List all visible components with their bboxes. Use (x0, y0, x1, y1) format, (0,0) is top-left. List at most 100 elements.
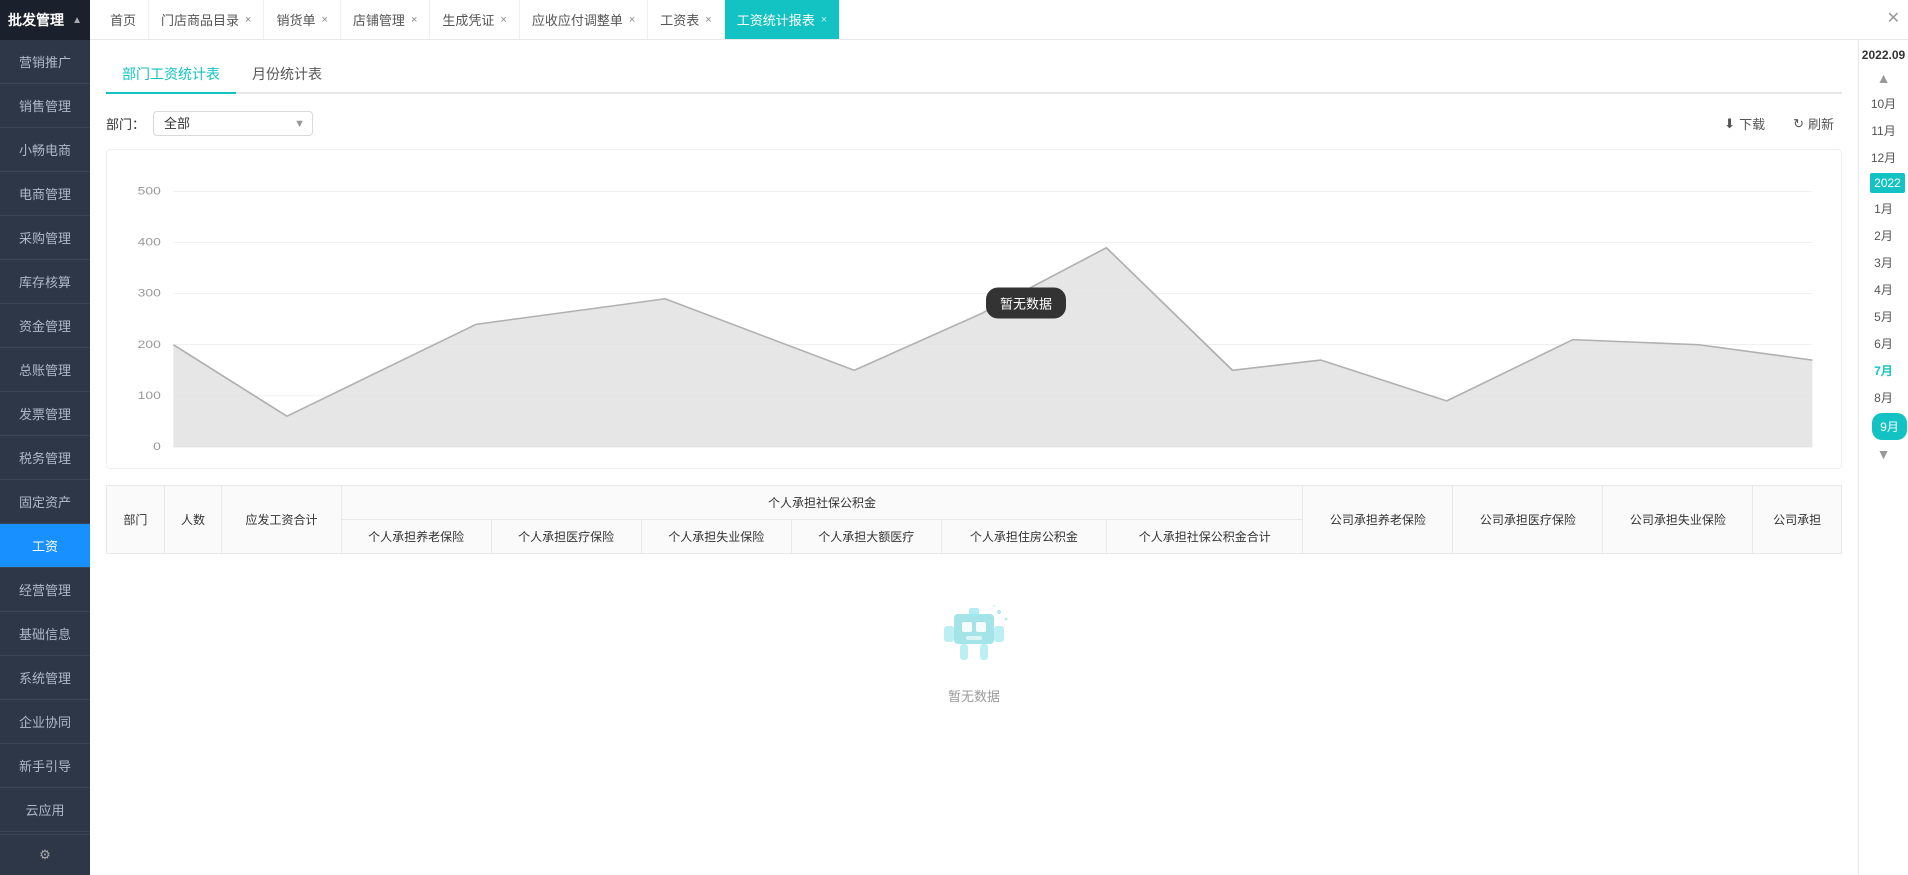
col-personal-total: 个人承担社保公积金合计 (1107, 520, 1303, 554)
date-month-1[interactable]: 1月 (1866, 195, 1901, 222)
sidebar-gear-icon[interactable]: ⚙ (0, 834, 90, 875)
col-company-more: 公司承担 (1753, 486, 1842, 554)
chart-area: 0 100 200 300 400 500 (106, 149, 1842, 469)
sidebar-title: 批发管理 ▲ (0, 0, 90, 40)
date-nav-up[interactable]: ▲ (1859, 66, 1908, 90)
tab-voucher[interactable]: 生成凭证× (430, 0, 519, 40)
svg-text:400: 400 (138, 236, 161, 248)
date-month-12[interactable]: 12月 (1866, 144, 1901, 171)
sub-tab-month-stats[interactable]: 月份统计表 (236, 56, 338, 94)
tab-home[interactable]: 首页 (98, 0, 149, 40)
download-label: 下载 (1739, 114, 1765, 133)
date-panel-year: 2022.09 (1862, 48, 1905, 62)
sidebar-arrow: ▲ (72, 15, 82, 26)
sidebar-item-system[interactable]: 系统管理 (0, 656, 90, 700)
svg-text:300: 300 (138, 287, 161, 299)
dept-select[interactable]: 全部 (153, 111, 313, 136)
tab-close-payroll-tab[interactable]: × (705, 14, 711, 26)
tab-store-mgmt[interactable]: 店铺管理× (341, 0, 430, 40)
sidebar-item-finance[interactable]: 资金管理 (0, 304, 90, 348)
page-content: 部门工资统计表月份统计表 部门： 全部 ▼ ⬇ 下载 (90, 40, 1858, 875)
refresh-label: 刷新 (1808, 114, 1834, 133)
sub-tabs: 部门工资统计表月份统计表 (106, 56, 1842, 94)
sidebar-item-enterprise[interactable]: 企业协同 (0, 700, 90, 744)
tab-close-store-mgmt[interactable]: × (411, 14, 417, 26)
sidebar-item-assets[interactable]: 固定资产 (0, 480, 90, 524)
date-month-4[interactable]: 4月 (1866, 276, 1901, 303)
col-personal-critical: 个人承担大额医疗 (791, 520, 941, 554)
svg-text:200: 200 (138, 338, 161, 350)
sidebar-item-payroll[interactable]: 工资 (0, 524, 90, 568)
col-company-pension: 公司承担养老保险 (1303, 486, 1453, 554)
sidebar-item-tax[interactable]: 税务管理 (0, 436, 90, 480)
table-wrapper: 部门 人数 应发工资合计 个人承担社保公积金 公司承担养老保险 公司承担医疗保险… (106, 485, 1842, 554)
col-company-unemployment: 公司承担失业保险 (1603, 486, 1753, 554)
tab-close-store-catalog[interactable]: × (245, 14, 251, 26)
tab-sales-order[interactable]: 销货单× (264, 0, 340, 40)
download-icon: ⬇ (1724, 116, 1735, 132)
dept-select-wrapper[interactable]: 全部 ▼ (153, 111, 313, 136)
sidebar-item-basics[interactable]: 基础信息 (0, 612, 90, 656)
refresh-button[interactable]: ↻ 刷新 (1785, 110, 1842, 137)
sidebar-item-inventory[interactable]: 库存核算 (0, 260, 90, 304)
tab-payroll-tab[interactable]: 工资表× (648, 0, 724, 40)
chart-svg: 0 100 200 300 400 500 (123, 166, 1825, 452)
col-dept: 部门 (107, 486, 165, 554)
window-close-button[interactable]: ✕ (1887, 8, 1900, 28)
tab-payroll-report[interactable]: 工资统计报表× (725, 0, 840, 40)
toolbar: 部门： 全部 ▼ ⬇ 下载 ↻ 刷新 (106, 110, 1842, 137)
date-month-6[interactable]: 6月 (1866, 330, 1901, 357)
tab-close-sales-order[interactable]: × (321, 14, 327, 26)
sub-tab-dept-stats[interactable]: 部门工资统计表 (106, 56, 236, 94)
date-month-5[interactable]: 5月 (1866, 303, 1901, 330)
date-month-10[interactable]: 10月 (1866, 90, 1901, 117)
empty-icon (934, 594, 1014, 674)
toolbar-right: ⬇ 下载 ↻ 刷新 (1716, 110, 1842, 137)
col-personal-unemployment: 个人承担失业保险 (641, 520, 791, 554)
col-count: 人数 (164, 486, 222, 554)
main-area: 首页门店商品目录×销货单×店铺管理×生成凭证×应收应付调整单×工资表×工资统计报… (90, 0, 1908, 875)
col-company-medical: 公司承担医疗保险 (1453, 486, 1603, 554)
tab-close-ar-ap[interactable]: × (629, 14, 635, 26)
date-month-11[interactable]: 11月 (1866, 117, 1901, 144)
sidebar-item-ecommerce-small[interactable]: 小畅电商 (0, 128, 90, 172)
date-month-3[interactable]: 3月 (1866, 249, 1901, 276)
date-month-8[interactable]: 8月 (1866, 384, 1901, 411)
sidebar-item-purchase[interactable]: 采购管理 (0, 216, 90, 260)
refresh-icon: ↻ (1793, 116, 1804, 132)
top-tabs-bar: 首页门店商品目录×销货单×店铺管理×生成凭证×应收应付调整单×工资表×工资统计报… (90, 0, 1908, 40)
date-month-7[interactable]: 7月 (1866, 357, 1901, 384)
sidebar: 批发管理 ▲ 营销推广销售管理小畅电商电商管理采购管理库存核算资金管理总账管理发… (0, 0, 90, 875)
date-month-2[interactable]: 2月 (1866, 222, 1901, 249)
svg-text:100: 100 (138, 389, 161, 401)
sidebar-item-invoice[interactable]: 发票管理 (0, 392, 90, 436)
toolbar-left: 部门： 全部 ▼ (106, 111, 313, 136)
sidebar-item-operations[interactable]: 经营管理 (0, 568, 90, 612)
tab-close-voucher[interactable]: × (500, 14, 506, 26)
tab-close-payroll-report[interactable]: × (821, 14, 827, 26)
data-table: 部门 人数 应发工资合计 个人承担社保公积金 公司承担养老保险 公司承担医疗保险… (106, 485, 1842, 554)
sidebar-item-sales[interactable]: 销售管理 (0, 84, 90, 128)
date-month-9[interactable]: 9月 (1872, 413, 1907, 440)
empty-text: 暂无数据 (948, 686, 1000, 705)
col-personal-pension: 个人承担养老保险 (341, 520, 491, 554)
col-group-personal: 个人承担社保公积金 (341, 486, 1303, 520)
sidebar-item-ledger[interactable]: 总账管理 (0, 348, 90, 392)
content-area: 部门工资统计表月份统计表 部门： 全部 ▼ ⬇ 下载 (90, 40, 1908, 875)
sidebar-app-title: 批发管理 (8, 10, 64, 30)
download-button[interactable]: ⬇ 下载 (1716, 110, 1773, 137)
date-month-2022[interactable]: 2022 (1870, 173, 1905, 193)
sidebar-item-apps[interactable]: 云应用 (0, 788, 90, 832)
col-personal-medical: 个人承担医疗保险 (491, 520, 641, 554)
date-panel: 2022.09 ▲ 10月11月12月20221月2月3月4月5月6月7月8月9… (1858, 40, 1908, 875)
empty-state: 暂无数据 (106, 554, 1842, 745)
svg-text:500: 500 (138, 185, 161, 197)
date-nav-down[interactable]: ▼ (1859, 442, 1908, 466)
tab-ar-ap[interactable]: 应收应付调整单× (520, 0, 648, 40)
svg-text:0: 0 (153, 440, 161, 452)
sidebar-item-guide[interactable]: 新手引导 (0, 744, 90, 788)
sidebar-item-marketing[interactable]: 营销推广 (0, 40, 90, 84)
sidebar-item-ecommerce[interactable]: 电商管理 (0, 172, 90, 216)
col-personal-housing: 个人承担住房公积金 (941, 520, 1106, 554)
tab-store-catalog[interactable]: 门店商品目录× (149, 0, 264, 40)
